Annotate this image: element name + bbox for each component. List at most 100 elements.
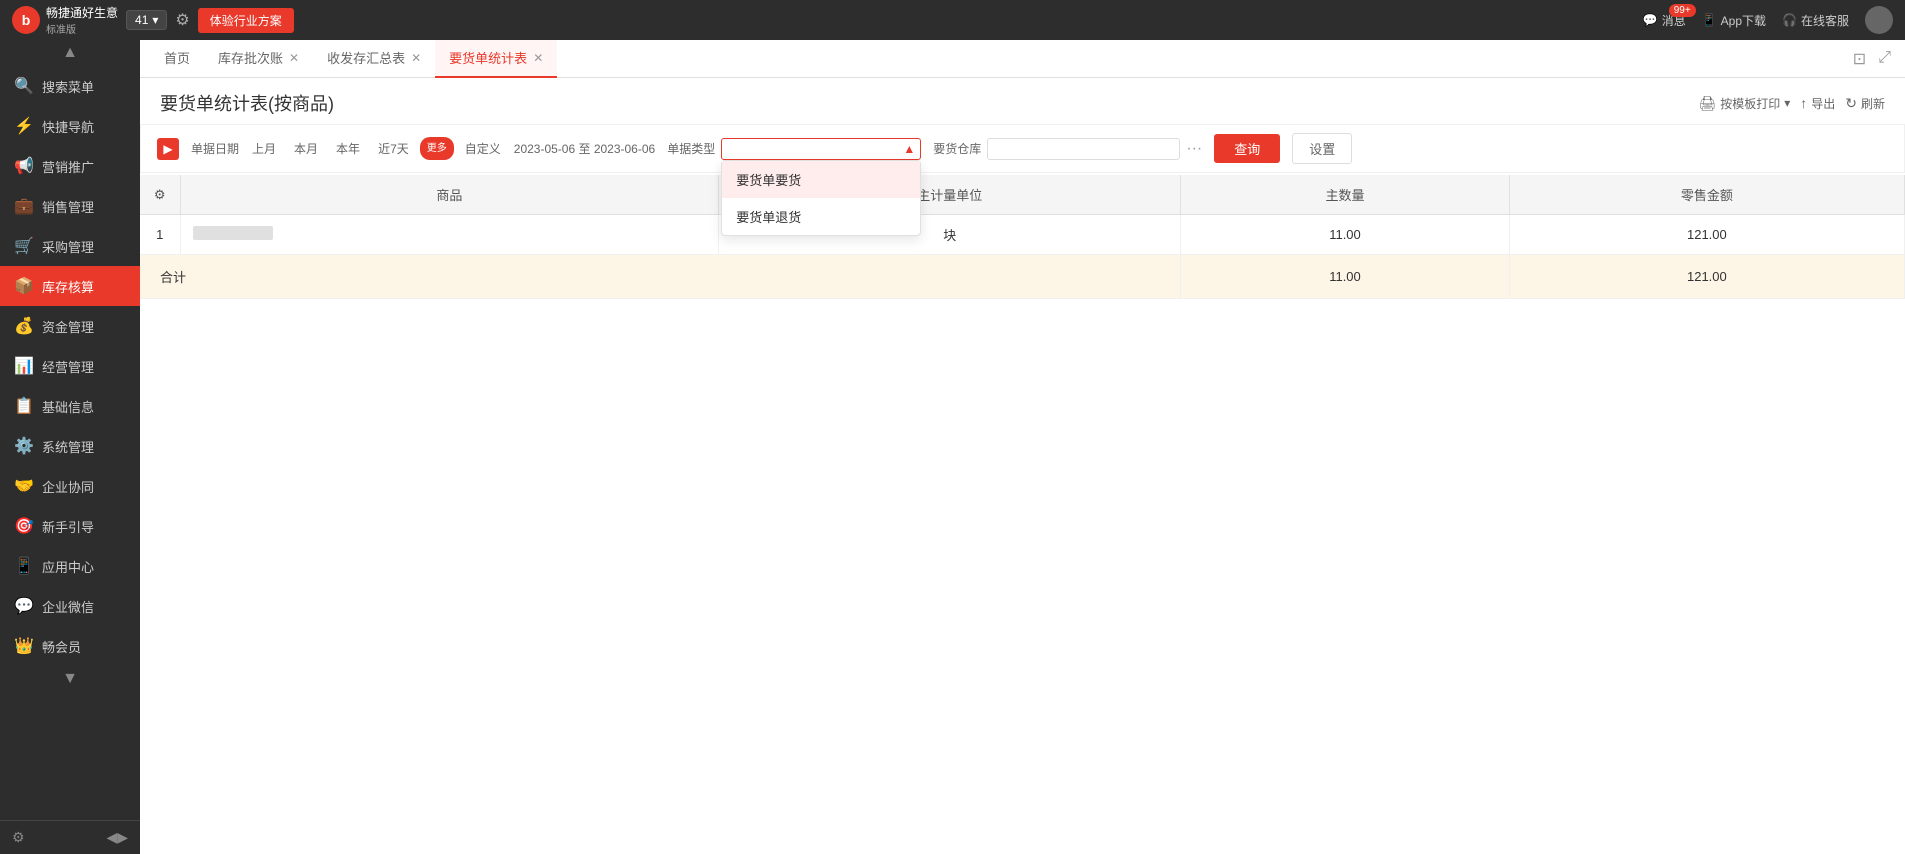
sidebar-item-marketing[interactable]: 📢 营销推广 <box>0 146 140 186</box>
sidebar: ▲ 🔍 搜索菜单 ⚡ 快捷导航 📢 营销推广 💼 销售管理 🛒 采购管理 📦 库… <box>0 40 140 854</box>
setting-button[interactable]: 设置 <box>1292 133 1352 164</box>
last-7-days-btn[interactable]: 近7天 <box>371 137 416 160</box>
type-label: 单据类型 <box>667 140 715 157</box>
tab-expand-area: ⊡ ⤢ <box>1849 49 1895 69</box>
table-footer-row: 合计 11.00 121.00 <box>140 255 1905 299</box>
brand-name: 畅捷通好生意 <box>46 4 118 21</box>
page-inner: 要货单统计表(按商品) 🖨 按模板打印 ▾ ↑ 导出 ↻ <box>140 78 1905 854</box>
product-placeholder <box>193 226 273 240</box>
header-right: 💬 消息 99+ 📱 App下载 🎧 在线客服 Rit <box>1643 6 1893 34</box>
tab-fullscreen-btn[interactable]: ⤢ <box>1874 49 1895 69</box>
main-layout: ▲ 🔍 搜索菜单 ⚡ 快捷导航 📢 营销推广 💼 销售管理 🛒 采购管理 📦 库… <box>0 40 1905 854</box>
dropdown-item-order-return[interactable]: 要货单退货 <box>722 198 920 235</box>
last-month-btn[interactable]: 上月 <box>245 137 283 160</box>
tab-expand-btn[interactable]: ⊡ <box>1849 49 1870 69</box>
wechat-icon: 💬 <box>14 596 34 616</box>
store-selector[interactable]: 41 ▾ <box>126 10 167 30</box>
sales-icon: 💼 <box>14 196 34 216</box>
online-service-btn[interactable]: 🎧 在线客服 <box>1782 12 1849 29</box>
filter-expand-btn[interactable]: ▶ <box>157 138 179 160</box>
sidebar-item-inventory[interactable]: 📦 库存核算 <box>0 266 140 306</box>
operation-icon: 📊 <box>14 356 34 376</box>
vip-icon: 👑 <box>14 636 34 656</box>
headset-icon: 🎧 <box>1782 13 1797 27</box>
settings-icon[interactable]: ⚙ <box>175 10 189 30</box>
date-buttons: 上月 本月 本年 近7天 更多 自定义 <box>245 137 508 160</box>
sidebar-item-enterprise[interactable]: 🤝 企业协同 <box>0 466 140 506</box>
tab-order-stats[interactable]: 要货单统计表 ✕ <box>435 40 557 78</box>
sidebar-scroll-up[interactable]: ▲ <box>0 40 140 66</box>
row-retail-amt: 121.00 <box>1509 215 1904 255</box>
tab-bar: 首页 库存批次账 ✕ 收发存汇总表 ✕ 要货单统计表 ✕ ⊡ ⤢ <box>140 40 1905 78</box>
trial-button[interactable]: 体验行业方案 <box>198 8 294 33</box>
print-template-btn[interactable]: 🖨 按模板打印 ▾ <box>1698 95 1790 112</box>
refresh-btn[interactable]: ↻ 刷新 <box>1845 95 1885 112</box>
tab-home[interactable]: 首页 <box>150 40 204 78</box>
print-chevron-icon: ▾ <box>1784 96 1790 110</box>
avatar[interactable]: Rit <box>1865 6 1893 34</box>
this-year-btn[interactable]: 本年 <box>329 137 367 160</box>
tab-receivable-summary[interactable]: 收发存汇总表 ✕ <box>313 40 435 78</box>
brand-sub: 标准版 <box>46 21 118 36</box>
print-icon: 🖨 <box>1698 95 1716 112</box>
tab-receivable-summary-close[interactable]: ✕ <box>411 51 421 65</box>
more-dates-btn[interactable]: 更多 <box>420 137 454 160</box>
sidebar-settings-btn[interactable]: ⚙ <box>12 829 25 846</box>
sidebar-bottom: ⚙ ◀▶ <box>0 820 140 854</box>
sidebar-item-quick-nav[interactable]: ⚡ 快捷导航 <box>0 106 140 146</box>
sidebar-collapse-btn[interactable]: ◀▶ <box>106 829 128 846</box>
system-icon: ⚙️ <box>14 436 34 456</box>
sidebar-item-wechat[interactable]: 💬 企业微信 <box>0 586 140 626</box>
export-icon: ↑ <box>1800 95 1807 111</box>
query-button[interactable]: 查询 <box>1214 134 1280 163</box>
warehouse-filter-group: 要货仓库 ··· <box>933 138 1202 160</box>
newbie-icon: 🎯 <box>14 516 34 536</box>
table-container: ⚙ 商品 主计量单位 主数量 零售金额 1 <box>140 175 1905 299</box>
sidebar-scroll-down[interactable]: ▼ <box>0 666 140 692</box>
sidebar-item-appstore[interactable]: 📱 应用中心 <box>0 546 140 586</box>
sidebar-item-basic[interactable]: 📋 基础信息 <box>0 386 140 426</box>
type-input[interactable] <box>721 138 921 160</box>
sidebar-item-operation[interactable]: 📊 经营管理 <box>0 346 140 386</box>
data-table: ⚙ 商品 主计量单位 主数量 零售金额 1 <box>140 175 1905 299</box>
footer-label: 合计 <box>140 255 1181 299</box>
type-filter-group: 单据类型 ▲ 要货单要货 <box>667 138 921 160</box>
lightning-icon: ⚡ <box>14 116 34 136</box>
logo-icon: b <box>12 6 40 34</box>
messages-btn[interactable]: 💬 消息 99+ <box>1643 12 1686 29</box>
sidebar-item-purchase[interactable]: 🛒 采购管理 <box>0 226 140 266</box>
sidebar-item-search[interactable]: 🔍 搜索菜单 <box>0 66 140 106</box>
this-month-btn[interactable]: 本月 <box>287 137 325 160</box>
tab-order-stats-close[interactable]: ✕ <box>533 51 543 65</box>
phone-icon: 📱 <box>1702 13 1717 27</box>
tab-batch-ledger-close[interactable]: ✕ <box>289 51 299 65</box>
warehouse-label: 要货仓库 <box>933 140 981 157</box>
table-header-row: ⚙ 商品 主计量单位 主数量 零售金额 <box>140 175 1905 215</box>
sidebar-item-newbie[interactable]: 🎯 新手引导 <box>0 506 140 546</box>
bell-icon: 💬 <box>1643 13 1658 27</box>
dropdown-item-order-goods[interactable]: 要货单要货 <box>722 161 920 198</box>
sidebar-item-sales[interactable]: 💼 销售管理 <box>0 186 140 226</box>
date-range-display: 2023-05-06 至 2023-06-06 <box>514 140 655 157</box>
app-download-btn[interactable]: 📱 App下载 <box>1702 12 1766 29</box>
type-select-arrow-icon[interactable]: ▲ <box>903 142 915 156</box>
purchase-icon: 🛒 <box>14 236 34 256</box>
tab-batch-ledger[interactable]: 库存批次账 ✕ <box>204 40 313 78</box>
appstore-icon: 📱 <box>14 556 34 576</box>
export-btn[interactable]: ↑ 导出 <box>1800 95 1835 112</box>
custom-date-btn[interactable]: 自定义 <box>458 137 508 160</box>
sidebar-item-system[interactable]: ⚙️ 系统管理 <box>0 426 140 466</box>
col-product: 商品 <box>180 175 719 215</box>
basic-icon: 📋 <box>14 396 34 416</box>
warehouse-input[interactable] <box>987 138 1180 160</box>
content-area: 首页 库存批次账 ✕ 收发存汇总表 ✕ 要货单统计表 ✕ ⊡ ⤢ <box>140 40 1905 854</box>
warehouse-more-icon[interactable]: ··· <box>1186 140 1202 158</box>
enterprise-icon: 🤝 <box>14 476 34 496</box>
row-seq: 1 <box>140 215 180 255</box>
col-gear[interactable]: ⚙ <box>140 175 180 215</box>
sidebar-item-vip[interactable]: 👑 畅会员 <box>0 626 140 666</box>
page-actions: 🖨 按模板打印 ▾ ↑ 导出 ↻ 刷新 <box>1698 95 1885 112</box>
row-main-qty: 11.00 <box>1181 215 1510 255</box>
sidebar-item-finance[interactable]: 💰 资金管理 <box>0 306 140 346</box>
search-icon: 🔍 <box>14 76 34 96</box>
